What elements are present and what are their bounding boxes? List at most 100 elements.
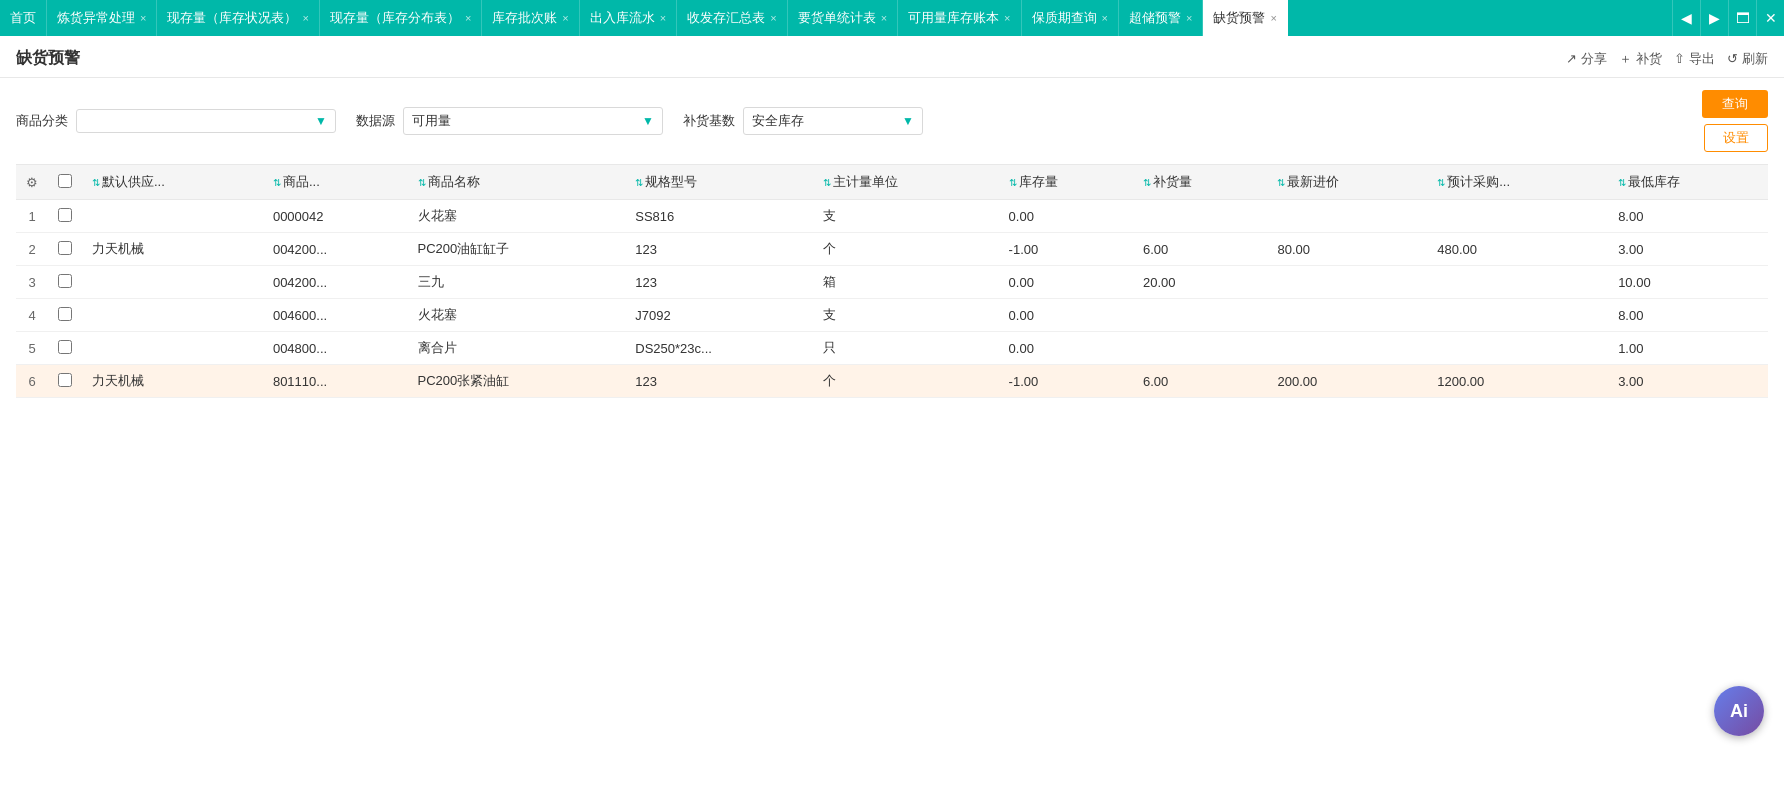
cell-unit: 箱: [813, 266, 998, 299]
cell-product_name: PC200张紧油缸: [408, 365, 626, 398]
nav-tab-close-inventory-dist[interactable]: ×: [465, 12, 471, 24]
col-header-unit[interactable]: ⇅主计量单位: [813, 165, 998, 200]
replenish-base-select[interactable]: 安全库存 ▼: [743, 107, 923, 135]
category-dropdown-arrow: ▼: [315, 114, 327, 128]
col-header-est_purchase[interactable]: ⇅预计采购...: [1427, 165, 1608, 200]
nav-tab-available-ledger[interactable]: 可用量库存账本 ×: [898, 0, 1021, 36]
nav-tab-close-inout-flow[interactable]: ×: [660, 12, 666, 24]
row-checkbox[interactable]: [58, 373, 72, 387]
nav-restore-btn[interactable]: 🗖: [1728, 0, 1756, 36]
nav-tab-batch-account[interactable]: 库存批次账 ×: [482, 0, 579, 36]
ai-badge[interactable]: Ai: [1714, 686, 1764, 736]
cell-product_code: 004200...: [263, 266, 408, 299]
nav-tab-inout-flow[interactable]: 出入库流水 ×: [580, 0, 677, 36]
table-wrapper: ⚙⇅默认供应...⇅商品...⇅商品名称⇅规格型号⇅主计量单位⇅库存量⇅补货量⇅…: [0, 164, 1784, 398]
col-header-stock_qty[interactable]: ⇅库存量: [999, 165, 1133, 200]
row-checkbox-cell[interactable]: [48, 365, 82, 398]
nav-tab-overstock-warning[interactable]: 超储预警 ×: [1119, 0, 1203, 36]
col-header-product_code[interactable]: ⇅商品...: [263, 165, 408, 200]
refresh-button[interactable]: ↺ 刷新: [1727, 50, 1768, 68]
datasource-select[interactable]: 可用量 ▼: [403, 107, 663, 135]
nav-tab-close-overstock-warning[interactable]: ×: [1186, 12, 1192, 24]
share-button[interactable]: ↗ 分享: [1566, 50, 1607, 68]
row-checkbox-cell[interactable]: [48, 332, 82, 365]
nav-tab-close-shortage-warning[interactable]: ×: [1270, 12, 1276, 24]
nav-tab-inventory-status[interactable]: 现存量（库存状况表） ×: [157, 0, 319, 36]
cell-spec: 123: [625, 365, 813, 398]
nav-tab-home[interactable]: 首页: [0, 0, 47, 36]
query-button[interactable]: 查询: [1702, 90, 1768, 118]
cell-min_stock: 10.00: [1608, 266, 1768, 299]
category-filter: 商品分类 ▼: [16, 109, 336, 133]
nav-tab-recv-summary[interactable]: 收发存汇总表 ×: [677, 0, 787, 36]
cell-product_name: PC200油缸缸子: [408, 233, 626, 266]
nav-tab-close-requisition-stat[interactable]: ×: [881, 12, 887, 24]
nav-next-btn[interactable]: ▶: [1700, 0, 1728, 36]
row-checkbox-cell[interactable]: [48, 299, 82, 332]
cell-latest_price: 200.00: [1267, 365, 1427, 398]
cell-default_supplier: 力天机械: [82, 365, 263, 398]
row-checkbox[interactable]: [58, 340, 72, 354]
col-header-min_stock[interactable]: ⇅最低库存: [1608, 165, 1768, 200]
table-row[interactable]: 3004200...三九123箱0.0020.0010.00: [16, 266, 1768, 299]
cell-product_code: 004800...: [263, 332, 408, 365]
row-number: 6: [16, 365, 48, 398]
page-title: 缺货预警: [16, 48, 80, 69]
cell-replenish_qty: [1133, 332, 1267, 365]
export-button[interactable]: ⇧ 导出: [1674, 50, 1715, 68]
nav-controls: ◀ ▶ 🗖 ✕: [1672, 0, 1784, 36]
col-header-default_supplier[interactable]: ⇅默认供应...: [82, 165, 263, 200]
table-row[interactable]: 4004600...火花塞J7092支0.008.00: [16, 299, 1768, 332]
category-select[interactable]: ▼: [76, 109, 336, 133]
table-row[interactable]: 2力天机械004200...PC200油缸缸子123个-1.006.0080.0…: [16, 233, 1768, 266]
row-checkbox-cell[interactable]: [48, 233, 82, 266]
nav-tab-shortage-warning[interactable]: 缺货预警 ×: [1203, 0, 1287, 36]
cell-spec: J7092: [625, 299, 813, 332]
select-all-checkbox[interactable]: [58, 174, 72, 188]
col-header-spec[interactable]: ⇅规格型号: [625, 165, 813, 200]
settings-button[interactable]: 设置: [1704, 124, 1768, 152]
table-row[interactable]: 10000042火花塞SS816支0.008.00: [16, 200, 1768, 233]
cell-min_stock: 8.00: [1608, 299, 1768, 332]
nav-tab-close-batch-account[interactable]: ×: [562, 12, 568, 24]
col-header-product_name[interactable]: ⇅商品名称: [408, 165, 626, 200]
row-checkbox[interactable]: [58, 274, 72, 288]
nav-tab-expiry-query[interactable]: 保质期查询 ×: [1022, 0, 1119, 36]
replenish-button[interactable]: ＋ 补货: [1619, 50, 1662, 68]
nav-tab-abnormal[interactable]: 炼货异常处理 ×: [47, 0, 157, 36]
cell-latest_price: 80.00: [1267, 233, 1427, 266]
row-number: 3: [16, 266, 48, 299]
table-row[interactable]: 5004800...离合片DS250*23c...只0.001.00: [16, 332, 1768, 365]
cell-est_purchase: [1427, 200, 1608, 233]
cell-product_code: 004200...: [263, 233, 408, 266]
cell-latest_price: [1267, 332, 1427, 365]
row-checkbox[interactable]: [58, 241, 72, 255]
cell-product_code: 801110...: [263, 365, 408, 398]
nav-tab-close-expiry-query[interactable]: ×: [1102, 12, 1108, 24]
nav-tab-inventory-dist[interactable]: 现存量（库存分布表） ×: [320, 0, 482, 36]
col-header-replenish_qty[interactable]: ⇅补货量: [1133, 165, 1267, 200]
row-checkbox-cell[interactable]: [48, 200, 82, 233]
nav-tab-close-available-ledger[interactable]: ×: [1004, 12, 1010, 24]
gear-icon[interactable]: ⚙: [26, 175, 38, 190]
nav-tab-close-inventory-status[interactable]: ×: [302, 12, 308, 24]
row-number: 2: [16, 233, 48, 266]
datasource-label: 数据源: [356, 112, 395, 130]
nav-tab-close-recv-summary[interactable]: ×: [770, 12, 776, 24]
nav-tab-requisition-stat[interactable]: 要货单统计表 ×: [788, 0, 898, 36]
nav-tab-close-abnormal[interactable]: ×: [140, 12, 146, 24]
row-checkbox-cell[interactable]: [48, 266, 82, 299]
cell-unit: 只: [813, 332, 998, 365]
col-header-latest_price[interactable]: ⇅最新进价: [1267, 165, 1427, 200]
row-checkbox[interactable]: [58, 208, 72, 222]
cell-min_stock: 3.00: [1608, 233, 1768, 266]
nav-prev-btn[interactable]: ◀: [1672, 0, 1700, 36]
row-checkbox[interactable]: [58, 307, 72, 321]
table-row[interactable]: 6力天机械801110...PC200张紧油缸123个-1.006.00200.…: [16, 365, 1768, 398]
nav-close-btn[interactable]: ✕: [1756, 0, 1784, 36]
cell-product_code: 004600...: [263, 299, 408, 332]
cell-unit: 个: [813, 365, 998, 398]
cell-est_purchase: [1427, 266, 1608, 299]
replenish-base-value: 安全库存: [752, 112, 804, 130]
export-icon: ⇧: [1674, 51, 1685, 66]
